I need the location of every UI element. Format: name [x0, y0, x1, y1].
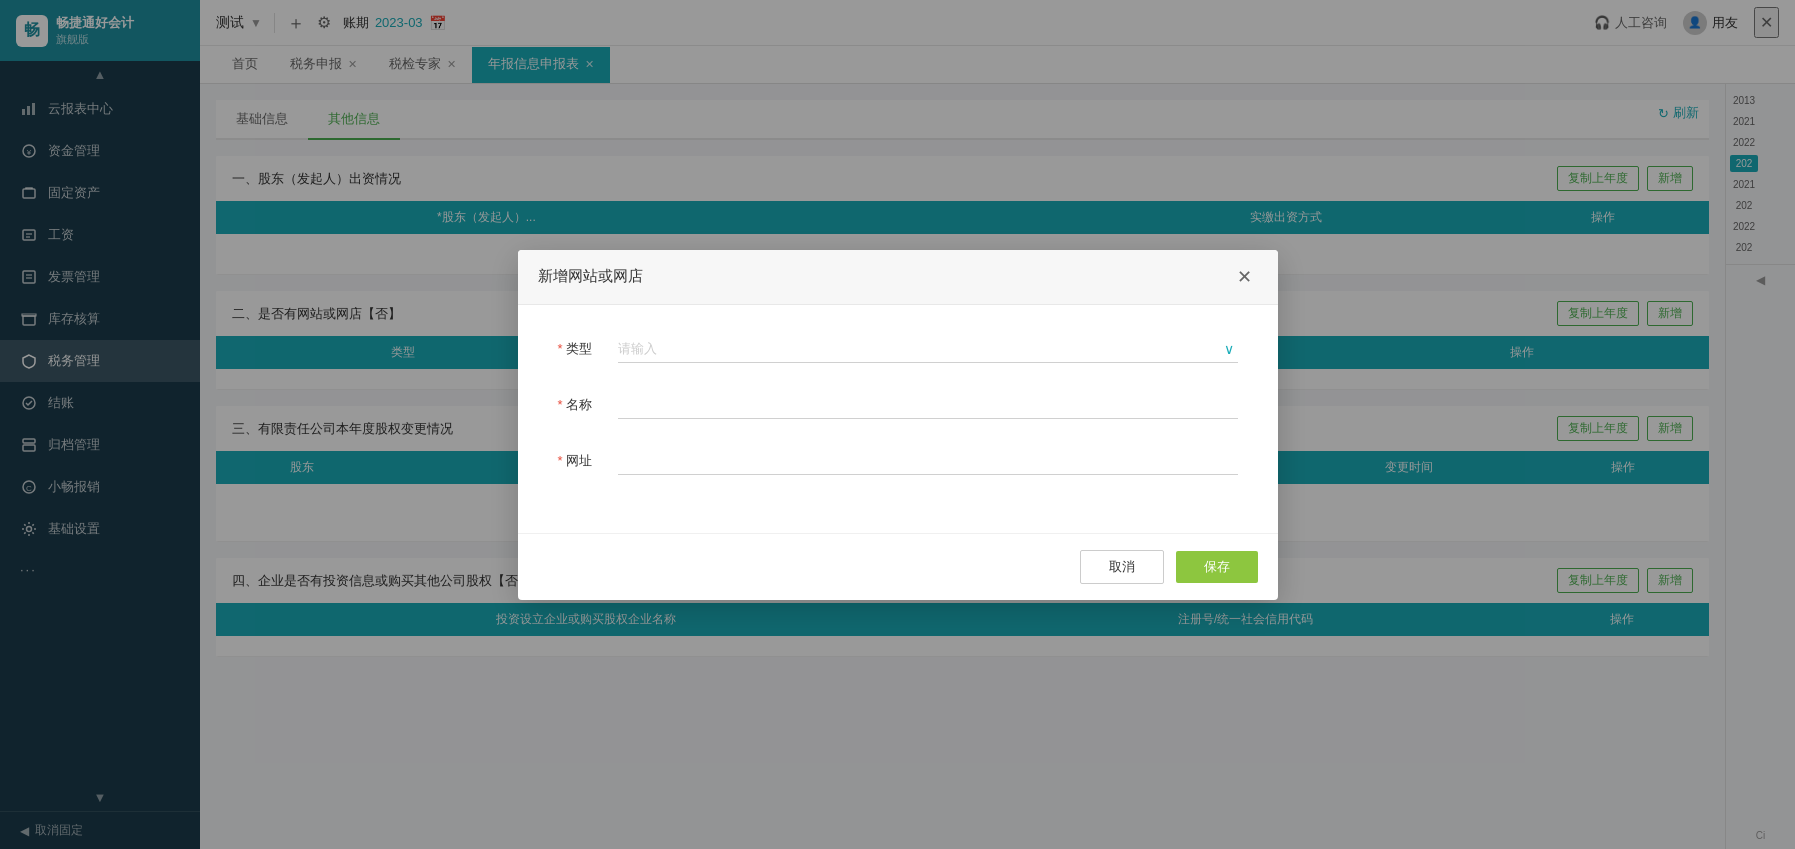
name-input[interactable]: [618, 391, 1238, 419]
modal-body: * 类型 ∨ * 名称 *: [518, 305, 1278, 533]
name-label: * 名称: [558, 396, 618, 414]
url-label: * 网址: [558, 452, 618, 470]
type-label-text: 类型: [566, 341, 592, 356]
modal-overlay: 新增网站或网店 ✕ * 类型 ∨ * 名称: [0, 0, 1795, 849]
name-label-text: 名称: [566, 397, 592, 412]
form-row-name: * 名称: [558, 391, 1238, 419]
url-input-wrap: [618, 447, 1238, 475]
type-input[interactable]: [618, 335, 1238, 363]
form-row-type: * 类型 ∨: [558, 335, 1238, 363]
save-button[interactable]: 保存: [1176, 551, 1258, 583]
type-input-wrap: ∨: [618, 335, 1238, 363]
modal-title: 新增网站或网店: [538, 267, 643, 286]
required-star-url: *: [558, 453, 563, 468]
modal-footer: 取消 保存: [518, 533, 1278, 600]
modal-header: 新增网站或网店 ✕: [518, 250, 1278, 305]
type-label: * 类型: [558, 340, 618, 358]
cancel-button[interactable]: 取消: [1080, 550, 1164, 584]
required-star-type: *: [558, 341, 563, 356]
url-label-text: 网址: [566, 453, 592, 468]
name-input-wrap: [618, 391, 1238, 419]
url-input[interactable]: [618, 447, 1238, 475]
form-row-url: * 网址: [558, 447, 1238, 475]
add-website-modal: 新增网站或网店 ✕ * 类型 ∨ * 名称: [518, 250, 1278, 600]
modal-close-button[interactable]: ✕: [1231, 264, 1258, 290]
required-star-name: *: [558, 397, 563, 412]
